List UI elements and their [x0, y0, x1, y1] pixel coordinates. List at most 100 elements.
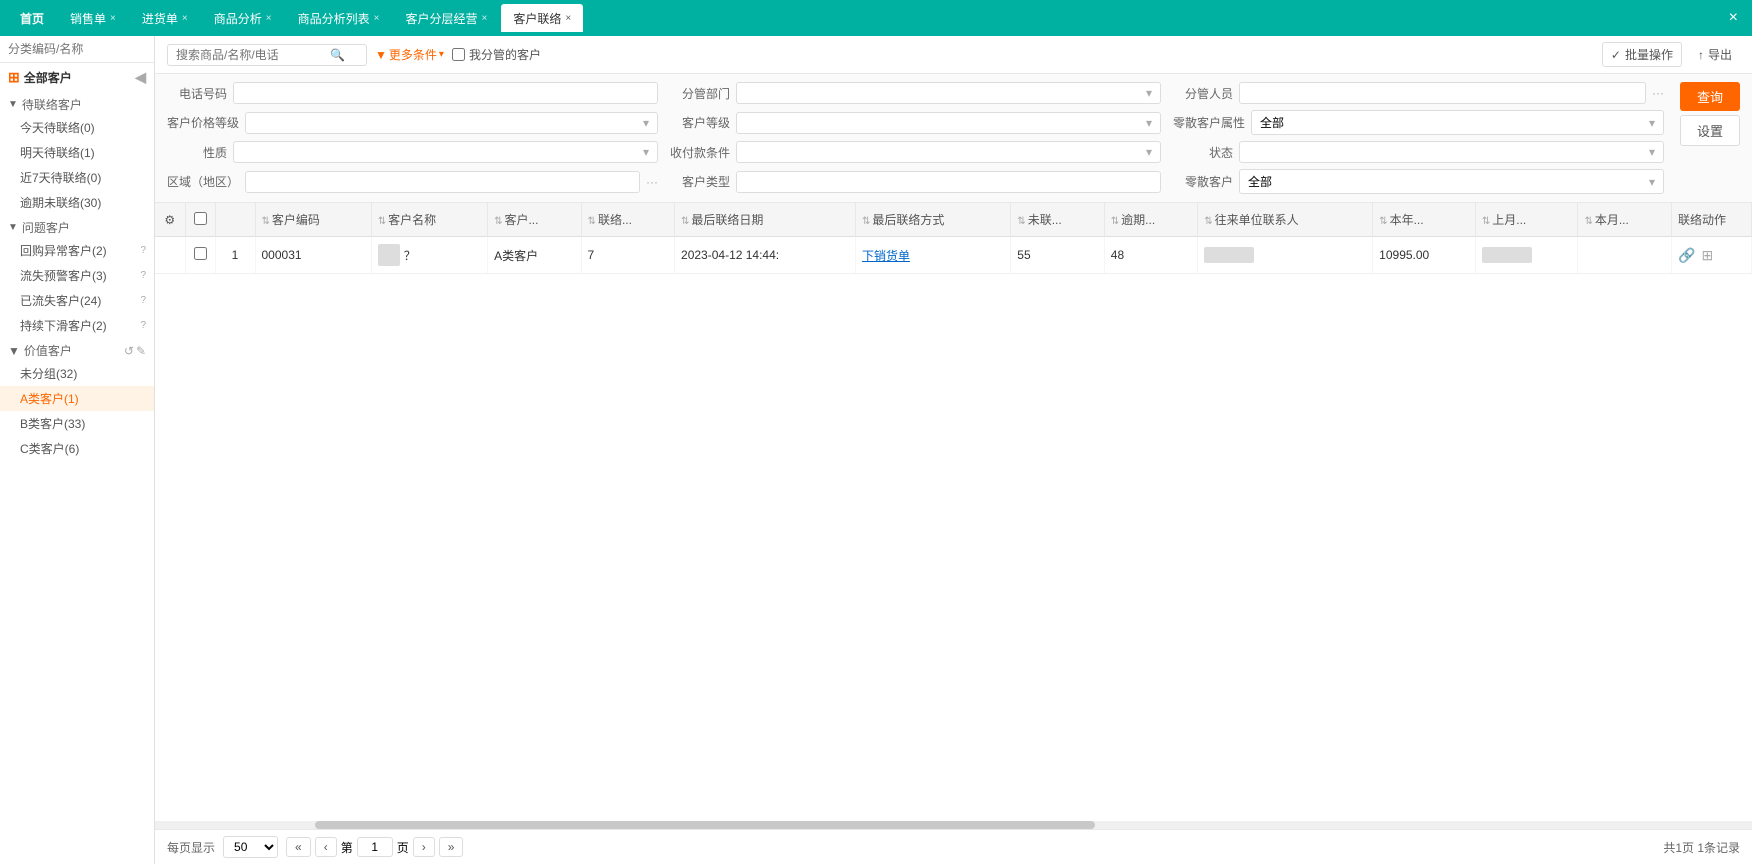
help-icon-declining[interactable]: ?: [140, 320, 146, 331]
contact-method-link[interactable]: 下销货单: [862, 249, 910, 263]
tab-purchase[interactable]: 进货单 ×: [130, 4, 200, 32]
tab-customer-contact[interactable]: 客户联络 ×: [501, 4, 583, 32]
col-select-all[interactable]: [185, 203, 215, 237]
cell-last-contact-method[interactable]: 下销货单: [855, 237, 1010, 274]
first-page-button[interactable]: «: [286, 837, 311, 857]
manager-dots[interactable]: ···: [1652, 86, 1664, 100]
retail-select[interactable]: 全部 ▾: [1239, 169, 1664, 194]
my-customers-checkbox[interactable]: [452, 48, 465, 61]
sidebar-item-repurchase[interactable]: 回购异常客户(2) ?: [0, 238, 154, 263]
prev-page-button[interactable]: ‹: [315, 837, 337, 857]
sidebar-all-customers[interactable]: ⊞ 全部客户 ◀: [0, 63, 154, 92]
advanced-filters: 电话号码 分管部门 ▾ 分管人员: [155, 74, 1752, 203]
col-this-month-label: 本月...: [1595, 213, 1629, 227]
filter-cust-type: 客户类型: [670, 171, 1161, 193]
close-goods-list-icon[interactable]: ×: [374, 13, 380, 24]
price-level-select[interactable]: ▾: [245, 112, 658, 134]
cell-checkbox[interactable]: [185, 237, 215, 274]
collapse-icon[interactable]: ◀: [135, 69, 146, 86]
sidebar-item-churned[interactable]: 已流失客户(24) ?: [0, 288, 154, 313]
cust-level-select[interactable]: ▾: [736, 112, 1161, 134]
retail-attr-select[interactable]: 全部 ▾: [1251, 110, 1664, 135]
sidebar-item-declining[interactable]: 持续下滑客户(2) ?: [0, 313, 154, 338]
col-this-month[interactable]: ⇅本月...: [1578, 203, 1672, 237]
scroll-thumb[interactable]: [315, 821, 1095, 829]
dept-select[interactable]: ▾: [736, 82, 1161, 104]
col-customer-code[interactable]: ⇅客户编码: [255, 203, 371, 237]
cell-actions: 🔗 ⊞: [1672, 237, 1752, 274]
page-size-select[interactable]: 50 100: [223, 836, 278, 858]
col-overdue[interactable]: ⇅逾期...: [1104, 203, 1197, 237]
nature-select[interactable]: ▾: [233, 141, 658, 163]
select-all-checkbox[interactable]: [194, 212, 207, 225]
sidebar-item-churn-warning[interactable]: 流失预警客户(3) ?: [0, 263, 154, 288]
last-page-button[interactable]: »: [439, 837, 464, 857]
payment-select[interactable]: ▾: [736, 141, 1161, 163]
close-sales-icon[interactable]: ×: [110, 13, 116, 24]
sidebar-item-c-class[interactable]: C类客户(6): [0, 436, 154, 461]
batch-label: 批量操作: [1625, 46, 1673, 63]
close-all-button[interactable]: ×: [1723, 9, 1744, 27]
tab-goods-analysis-list[interactable]: 商品分析列表 ×: [286, 4, 392, 32]
sidebar-item-b-class[interactable]: B类客户(33): [0, 411, 154, 436]
col-last-contact-date[interactable]: ⇅最后联络日期: [675, 203, 856, 237]
qr-action-icon[interactable]: ⊞: [1701, 247, 1713, 264]
status-select[interactable]: ▾: [1239, 141, 1664, 163]
sidebar-item-a-class[interactable]: A类客户(1): [0, 386, 154, 411]
filter-search-input[interactable]: [176, 48, 326, 62]
region-input[interactable]: [245, 171, 640, 193]
horizontal-scrollbar[interactable]: [155, 821, 1752, 829]
my-customers-checkbox-area[interactable]: 我分管的客户: [452, 46, 541, 63]
b-class-label: B类客户(33): [20, 415, 85, 432]
sidebar-group-problems[interactable]: ▼ 问题客户: [0, 215, 154, 238]
tab-goods-analysis[interactable]: 商品分析 ×: [202, 4, 284, 32]
edit-icon[interactable]: ✎: [136, 344, 146, 358]
sidebar-item-week-pending[interactable]: 近7天待联络(0): [0, 165, 154, 190]
col-customer-name[interactable]: ⇅客户名称: [371, 203, 487, 237]
col-not-contact[interactable]: ⇅未联...: [1011, 203, 1104, 237]
col-last-contact-method[interactable]: ⇅最后联络方式: [855, 203, 1010, 237]
col-unit-contact[interactable]: ⇅往来单位联系人: [1198, 203, 1373, 237]
batch-operation-button[interactable]: ✓ 批量操作: [1602, 42, 1682, 67]
region-dots[interactable]: ···: [646, 175, 658, 189]
col-settings[interactable]: ⚙: [155, 203, 185, 237]
help-icon-churn-warning[interactable]: ?: [140, 270, 146, 281]
contact-action-icon[interactable]: 🔗: [1678, 247, 1695, 264]
sidebar-item-unclassified[interactable]: 未分组(32): [0, 361, 154, 386]
settings-button[interactable]: 设置: [1680, 115, 1740, 146]
query-button[interactable]: 查询: [1680, 82, 1740, 111]
tab-home[interactable]: 首页: [8, 4, 56, 32]
filter-search-icon[interactable]: 🔍: [330, 48, 345, 62]
col-contact-count[interactable]: ⇅联络...: [581, 203, 674, 237]
filter-row-1: 电话号码 分管部门 ▾ 分管人员: [167, 82, 1664, 104]
help-icon-repurchase[interactable]: ?: [140, 245, 146, 256]
next-page-button[interactable]: ›: [413, 837, 435, 857]
sidebar-group-pending[interactable]: ▼ 待联络客户: [0, 92, 154, 115]
cust-type-input[interactable]: [736, 171, 1161, 193]
tab-sales[interactable]: 销售单 ×: [58, 4, 128, 32]
sidebar-item-today-pending[interactable]: 今天待联络(0): [0, 115, 154, 140]
sidebar-item-overdue[interactable]: 逾期未联络(30): [0, 190, 154, 215]
sidebar-search-input[interactable]: [8, 42, 155, 56]
col-customer-type[interactable]: ⇅客户...: [488, 203, 581, 237]
close-customer-segment-icon[interactable]: ×: [481, 13, 487, 24]
manager-input[interactable]: [1239, 82, 1646, 104]
col-this-year[interactable]: ⇅本年...: [1373, 203, 1476, 237]
filter-more-button[interactable]: ▼ 更多条件 ▾: [375, 46, 444, 63]
row-checkbox[interactable]: [194, 247, 207, 260]
filter-status: 状态 ▾: [1173, 141, 1664, 163]
phone-input[interactable]: [233, 82, 658, 104]
export-button[interactable]: ↑ 导出: [1690, 43, 1740, 66]
tab-customer-segment[interactable]: 客户分层经营 ×: [393, 4, 499, 32]
close-purchase-icon[interactable]: ×: [182, 13, 188, 24]
page-input[interactable]: [357, 837, 393, 857]
price-level-label: 客户价格等级: [167, 114, 239, 131]
help-icon-churned[interactable]: ?: [140, 295, 146, 306]
col-last-month[interactable]: ⇅上月...: [1475, 203, 1578, 237]
my-customers-label: 我分管的客户: [469, 46, 541, 63]
close-customer-contact-icon[interactable]: ×: [565, 13, 571, 24]
close-goods-analysis-icon[interactable]: ×: [266, 13, 272, 24]
sidebar-item-tomorrow-pending[interactable]: 明天待联络(1): [0, 140, 154, 165]
refresh-icon[interactable]: ↺: [124, 344, 134, 358]
declining-label: 持续下滑客户(2): [20, 317, 107, 334]
